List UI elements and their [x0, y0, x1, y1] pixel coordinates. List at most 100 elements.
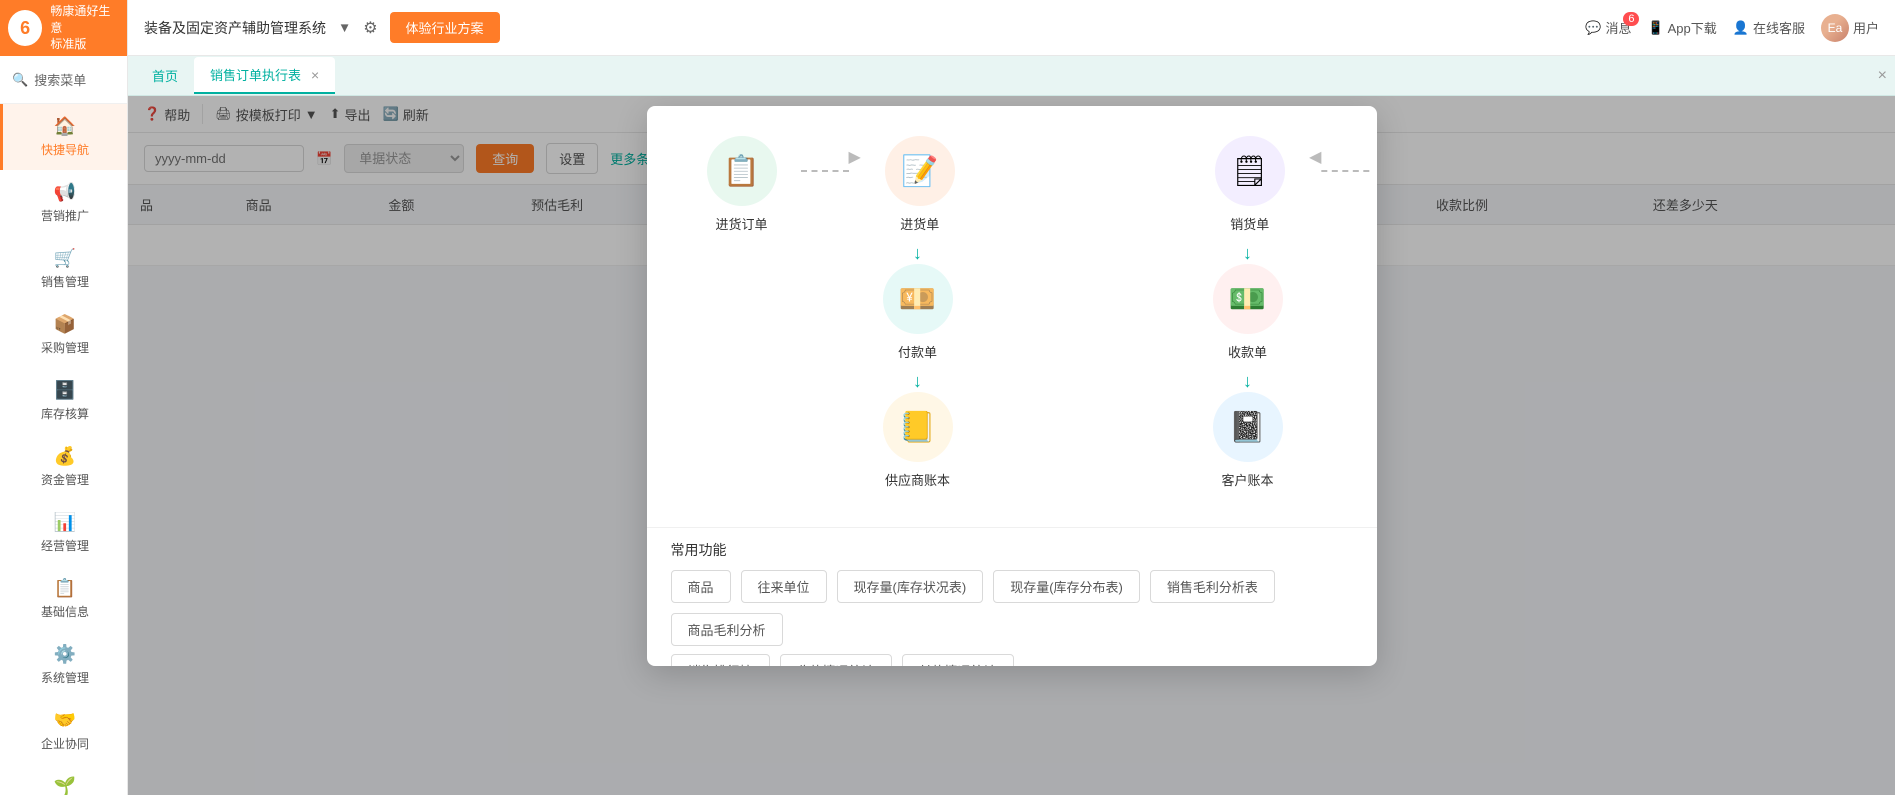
message-button[interactable]: 💬 消息 6 — [1585, 18, 1631, 37]
common-btn-inventory-status[interactable]: 现存量(库存状况表) — [837, 570, 984, 603]
arrow-down-receipt-bill: ↓ — [1193, 371, 1303, 392]
flow-node-purchase-order: 📋 进货订单 — [687, 136, 797, 233]
arrow-down-payment-bill: ↓ — [863, 371, 973, 392]
common-btn-receipt-stats[interactable]: 收款情况统计 — [780, 654, 892, 666]
main-content: 装备及固定资产辅助管理系统 ▼ ⚙ 体验行业方案 💬 消息 6 📱 App下载 … — [128, 0, 1895, 795]
common-btn-inventory-dist[interactable]: 现存量(库存分布表) — [993, 570, 1140, 603]
service-icon: 👤 — [1733, 20, 1749, 36]
sidebar-item-basic-info[interactable]: 📋 基础信息 — [0, 566, 127, 632]
content-area: ❓ 帮助 🖨 按模板打印 ▼ ⬆ 导出 🔄 刷新 — [128, 96, 1895, 795]
sidebar-item-inventory[interactable]: 🗄️ 库存核算 — [0, 368, 127, 434]
receipt-bill-label: 收款单 — [1228, 342, 1267, 361]
supplier-ledger-circle: 📒 — [883, 392, 953, 462]
arrow-purchase-order-to-bill: ▶ — [797, 147, 865, 223]
sidebar: 6 畅康通好生意 标准版 🔍 搜索菜单 🏠 快捷导航 📢 营销推广 🛒 — [0, 0, 128, 795]
settings-button[interactable]: ⚙ — [363, 18, 377, 38]
flow-row-1: 📋 进货订单 ▶ — [687, 136, 1337, 233]
flow-diagram-section: 📋 进货订单 ▶ — [647, 106, 1377, 519]
receipt-bill-circle: 💵 — [1213, 264, 1283, 334]
flow-node-sales-order: 📄 销售订单 — [1373, 136, 1376, 233]
common-btn-sales-gross[interactable]: 销售毛利分析表 — [1150, 570, 1275, 603]
system-icon: ⚙️ — [54, 644, 76, 665]
tab-sales-order-exec[interactable]: 销售订单执行表 × — [194, 57, 335, 94]
customer-ledger-circle: 📓 — [1213, 392, 1283, 462]
sidebar-search-section: 🔍 搜索菜单 — [0, 56, 127, 104]
common-buttons-row-1: 商品 往来单位 现存量(库存状况表) 现存量(库存分布表) 销售毛利分析表 商品… — [671, 570, 1353, 646]
flow-node-receipt-bill: 💵 收款单 — [1193, 264, 1303, 361]
purchase-order-icon: 📋 — [723, 154, 760, 189]
flow-node-payment-bill: 💴 付款单 — [863, 264, 973, 361]
gear-icon: ⚙ — [363, 20, 377, 37]
logo-icon: 6 — [8, 10, 42, 46]
common-btn-sales-rank[interactable]: 销售排行榜 — [671, 654, 770, 666]
flow-row-2: 💴 付款单 💵 收款单 — [687, 264, 1337, 361]
home-icon: 🏠 — [54, 116, 76, 137]
supplier-ledger-icon: 📒 — [899, 410, 936, 445]
receipt-bill-icon: 💵 — [1229, 282, 1266, 317]
system-dropdown-button[interactable]: ▼ — [338, 20, 351, 35]
close-all-tabs-button[interactable]: × — [1878, 67, 1887, 85]
system-title: 装备及固定资产辅助管理系统 — [144, 18, 326, 38]
common-btn-payment-stats[interactable]: 付款情况统计 — [902, 654, 1014, 666]
flow-node-purchase-bill: 📝 进货单 — [865, 136, 975, 233]
flow-modal: 📋 进货订单 ▶ — [647, 106, 1377, 666]
arrow-sales-order-to-bill: ▶ — [1305, 147, 1373, 223]
modal-overlay: 📋 进货订单 ▶ — [128, 96, 1895, 795]
customer-ledger-label: 客户账本 — [1221, 470, 1273, 489]
sidebar-item-sales[interactable]: 🛒 销售管理 — [0, 236, 127, 302]
purchase-order-circle: 📋 — [707, 136, 777, 206]
purchase-icon: 📦 — [54, 314, 76, 335]
flow-node-customer-ledger: 📓 客户账本 — [1193, 392, 1303, 489]
vertical-arrows-row: ↓ ↓ — [687, 243, 1337, 264]
search-menu-button[interactable]: 🔍 搜索菜单 — [8, 64, 119, 95]
sidebar-item-enterprise[interactable]: 🤝 企业协同 — [0, 698, 127, 764]
vertical-arrows-row-2: ↓ ↓ — [687, 371, 1337, 392]
avatar: Ea — [1821, 14, 1849, 42]
tabbar: 首页 销售订单执行表 × × — [128, 56, 1895, 96]
sidebar-item-purchase[interactable]: 📦 采购管理 — [0, 302, 127, 368]
tab-close-button[interactable]: × — [311, 67, 319, 83]
arrow-down-sales-bill: ↓ — [1193, 243, 1303, 264]
sidebar-item-marketing[interactable]: 📢 营销推广 — [0, 170, 127, 236]
payment-bill-icon: 💴 — [899, 282, 936, 317]
common-btn-product-gross[interactable]: 商品毛利分析 — [671, 613, 783, 646]
try-solution-button[interactable]: 体验行业方案 — [390, 12, 500, 43]
common-functions-title: 常用功能 — [671, 540, 1353, 560]
purchase-bill-icon: 📝 — [901, 154, 938, 189]
tab-home[interactable]: 首页 — [136, 58, 194, 93]
sidebar-item-operations[interactable]: 📊 经营管理 — [0, 500, 127, 566]
arrow-down-purchase-bill: ↓ — [863, 243, 973, 264]
topbar: 装备及固定资产辅助管理系统 ▼ ⚙ 体验行业方案 💬 消息 6 📱 App下载 … — [128, 0, 1895, 56]
topbar-right-section: 💬 消息 6 📱 App下载 👤 在线客服 Ea 用户 — [1585, 14, 1879, 42]
marketing-icon: 📢 — [54, 182, 76, 203]
sales-bill-icon: 🗒 — [1231, 154, 1269, 189]
app-download-button[interactable]: 📱 App下载 — [1647, 18, 1716, 37]
finance-icon: 💰 — [54, 446, 76, 467]
sales-icon: 🛒 — [54, 248, 76, 269]
flow-node-supplier-ledger: 📒 供应商账本 — [863, 392, 973, 489]
basic-info-icon: 📋 — [54, 578, 76, 599]
customer-ledger-icon: 📓 — [1229, 410, 1266, 445]
common-btn-product[interactable]: 商品 — [671, 570, 731, 603]
supplier-ledger-label: 供应商账本 — [885, 470, 950, 489]
sidebar-item-newbie[interactable]: 🌱 新手引导 — [0, 764, 127, 795]
common-functions-section: 常用功能 商品 往来单位 现存量(库存状况表) 现存量(库存分布表) 销售毛利分… — [647, 527, 1377, 666]
sidebar-logo: 6 畅康通好生意 标准版 — [0, 0, 127, 56]
common-btn-partner[interactable]: 往来单位 — [741, 570, 827, 603]
sales-bill-label: 销货单 — [1230, 214, 1269, 233]
operations-icon: 📊 — [54, 512, 76, 533]
sidebar-item-finance[interactable]: 💰 资金管理 — [0, 434, 127, 500]
purchase-bill-circle: 📝 — [885, 136, 955, 206]
flow-row-3: 📒 供应商账本 📓 客户账本 — [687, 392, 1337, 489]
payment-bill-circle: 💴 — [883, 264, 953, 334]
sidebar-item-system[interactable]: ⚙️ 系统管理 — [0, 632, 127, 698]
sidebar-item-quick-nav[interactable]: 🏠 快捷导航 — [0, 104, 127, 170]
purchase-order-label: 进货订单 — [715, 214, 767, 233]
download-icon: 📱 — [1647, 20, 1663, 36]
payment-bill-label: 付款单 — [898, 342, 937, 361]
online-service-button[interactable]: 👤 在线客服 — [1733, 18, 1805, 37]
message-badge: 6 — [1623, 12, 1639, 26]
user-profile-button[interactable]: Ea 用户 — [1821, 14, 1879, 42]
inventory-icon: 🗄️ — [54, 380, 76, 401]
flow-node-sales-bill: 🗒 销货单 — [1195, 136, 1305, 233]
